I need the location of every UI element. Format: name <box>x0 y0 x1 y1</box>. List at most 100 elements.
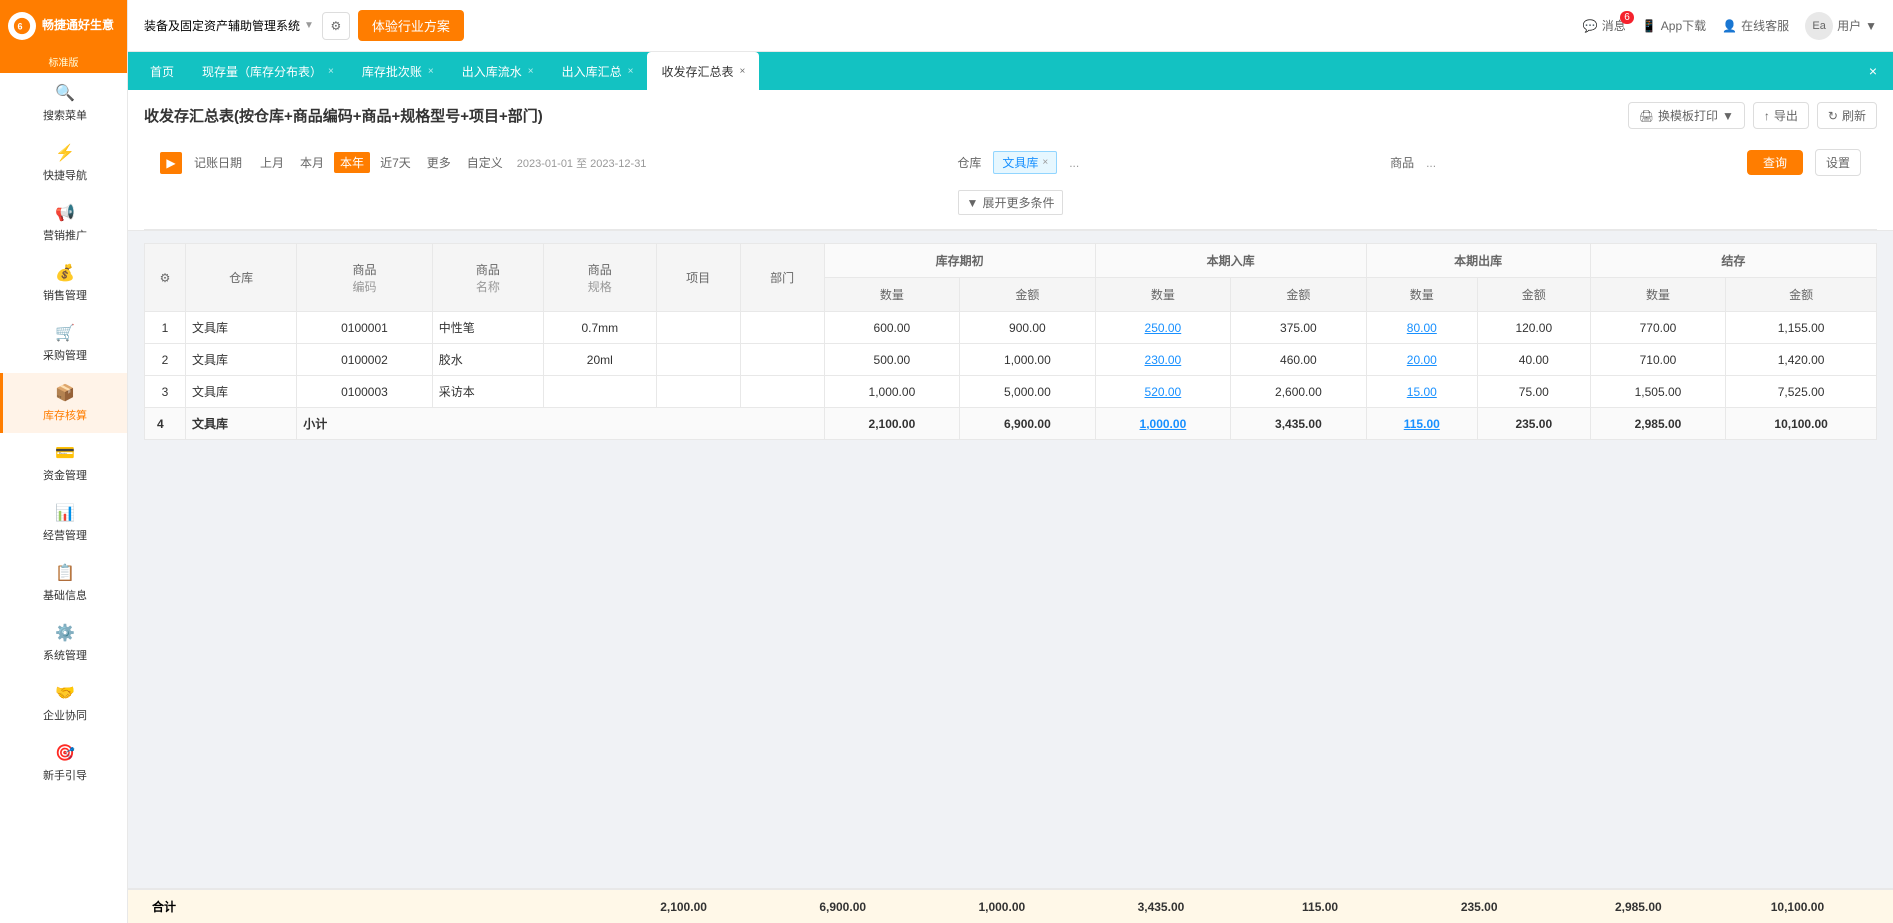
row-goods-spec <box>543 376 656 408</box>
tab-in-out-summary[interactable]: 出入库汇总 × <box>548 52 648 90</box>
message-badge: 6 <box>1620 11 1634 24</box>
settings-button[interactable]: ⚙ <box>322 12 350 40</box>
page-header: 收发存汇总表(按仓库+商品编码+商品+规格型号+项目+部门) 🖨 换模板打印 ▼… <box>128 90 1893 231</box>
export-button[interactable]: ↑ 导出 <box>1753 102 1809 129</box>
tab-close-icon[interactable]: × <box>428 66 434 77</box>
row-balance-qty: 770.00 <box>1590 312 1726 344</box>
row-opening-amt: 1,000.00 <box>960 344 1096 376</box>
date-opt-custom[interactable]: 自定义 <box>461 152 509 173</box>
sidebar-item-quick-nav[interactable]: ⚡ 快捷导航 <box>0 133 127 193</box>
sidebar-item-base-info[interactable]: 📋 基础信息 <box>0 553 127 613</box>
sidebar-item-search[interactable]: 🔍 搜索菜单 <box>0 73 127 133</box>
user-menu[interactable]: Ea 用户 ▼ <box>1805 12 1877 40</box>
tab-home[interactable]: 首页 <box>136 52 188 90</box>
footer-in-amt: 3,435.00 <box>1081 900 1240 914</box>
subtotal-out-amt: 235.00 <box>1477 408 1590 440</box>
svg-text:6: 6 <box>18 22 23 32</box>
tab-label: 首页 <box>150 63 174 80</box>
sidebar-item-system[interactable]: ⚙️ 系统管理 <box>0 613 127 673</box>
expand-more-conditions[interactable]: ▼ 展开更多条件 <box>958 190 1064 215</box>
goods-more-button[interactable]: ... <box>1426 156 1436 170</box>
sidebar-item-guide[interactable]: 🎯 新手引导 <box>0 733 127 793</box>
export-label: 导出 <box>1774 107 1798 124</box>
tabbar-close-button[interactable]: × <box>1861 63 1885 79</box>
tab-close-icon[interactable]: × <box>628 66 634 77</box>
quick-nav-icon: ⚡ <box>55 143 75 163</box>
tab-inventory-dist[interactable]: 现存量（库存分布表） × <box>188 52 348 90</box>
column-settings-icon[interactable]: ⚙ <box>151 264 179 292</box>
row-goods-name: 中性笔 <box>432 312 543 344</box>
message-button[interactable]: 💬 消息 6 <box>1583 17 1626 34</box>
trial-button[interactable]: 体验行业方案 <box>358 10 464 41</box>
row-num: 2 <box>145 344 186 376</box>
tab-close-icon[interactable]: × <box>528 66 534 77</box>
col-balance-qty-header: 数量 <box>1590 278 1726 312</box>
sidebar-item-purchase[interactable]: 🛒 采购管理 <box>0 313 127 373</box>
sidebar-item-sales[interactable]: 💰 销售管理 <box>0 253 127 313</box>
service-icon: 👤 <box>1722 19 1737 33</box>
date-opt-this-year[interactable]: 本年 <box>334 152 370 173</box>
row-opening-qty: 600.00 <box>824 312 960 344</box>
system-icon: ⚙️ <box>55 623 75 643</box>
sidebar-item-label: 系统管理 <box>43 647 87 663</box>
expand-icon: ▼ <box>967 196 979 210</box>
tab-recv-send-summary[interactable]: 收发存汇总表 × <box>647 52 759 90</box>
sidebar-item-enterprise[interactable]: 🤝 企业协同 <box>0 673 127 733</box>
tab-label: 出入库流水 <box>462 63 522 80</box>
sidebar-item-label: 搜索菜单 <box>43 107 87 123</box>
row-in-qty[interactable]: 230.00 <box>1095 344 1231 376</box>
sidebar-item-finance[interactable]: 💳 资金管理 <box>0 433 127 493</box>
query-button[interactable]: 查询 <box>1747 150 1803 175</box>
tab-batch-account[interactable]: 库存批次账 × <box>348 52 448 90</box>
row-balance-amt: 7,525.00 <box>1726 376 1877 408</box>
sidebar-item-inventory[interactable]: 📦 库存核算 <box>0 373 127 433</box>
sidebar-item-marketing[interactable]: 📢 营销推广 <box>0 193 127 253</box>
row-goods-code: 0100001 <box>297 312 433 344</box>
row-num: 3 <box>145 376 186 408</box>
system-title-dropdown[interactable]: 装备及固定资产辅助管理系统 ▼ <box>144 17 314 34</box>
row-in-qty[interactable]: 250.00 <box>1095 312 1231 344</box>
refresh-button[interactable]: ↻ 刷新 <box>1817 102 1877 129</box>
tab-close-icon[interactable]: × <box>739 66 745 77</box>
print-button[interactable]: 🖨 换模板打印 ▼ <box>1628 102 1745 129</box>
col-opening-qty-header: 数量 <box>824 278 960 312</box>
online-service-button[interactable]: 👤 在线客服 <box>1722 17 1789 34</box>
row-in-amt: 2,600.00 <box>1231 376 1367 408</box>
row-in-qty[interactable]: 520.00 <box>1095 376 1231 408</box>
row-goods-code: 0100003 <box>297 376 433 408</box>
export-icon: ↑ <box>1764 109 1770 123</box>
warehouse-tag-close[interactable]: × <box>1042 157 1048 168</box>
date-opt-this-month[interactable]: 本月 <box>294 152 330 173</box>
sidebar-item-label: 新手引导 <box>43 767 87 783</box>
col-in-group-header: 本期入库 <box>1095 244 1366 278</box>
marketing-icon: 📢 <box>55 203 75 223</box>
message-icon: 💬 <box>1583 19 1598 33</box>
subtotal-balance-amt: 10,100.00 <box>1726 408 1877 440</box>
row-out-qty[interactable]: 20.00 <box>1366 344 1477 376</box>
footer-balance-amt: 10,100.00 <box>1718 900 1877 914</box>
system-title: 装备及固定资产辅助管理系统 <box>144 17 300 34</box>
row-project <box>656 344 740 376</box>
filter-toggle-button[interactable]: ▶ <box>160 152 182 174</box>
tab-in-out-flow[interactable]: 出入库流水 × <box>448 52 548 90</box>
sidebar-item-operations[interactable]: 📊 经营管理 <box>0 493 127 553</box>
tab-close-icon[interactable]: × <box>328 66 334 77</box>
subtotal-out-qty[interactable]: 115.00 <box>1366 408 1477 440</box>
app-download-button[interactable]: 📱 App下载 <box>1642 17 1706 34</box>
subtotal-in-qty[interactable]: 1,000.00 <box>1095 408 1231 440</box>
row-out-qty[interactable]: 15.00 <box>1366 376 1477 408</box>
row-num: 1 <box>145 312 186 344</box>
date-opt-last-month[interactable]: 上月 <box>254 152 290 173</box>
subtotal-opening-qty: 2,100.00 <box>824 408 960 440</box>
date-opt-7days[interactable]: 近7天 <box>374 152 417 173</box>
subtotal-row: 4 文具库 小计 2,100.00 6,900.00 1,000.00 3,43… <box>145 408 1877 440</box>
warehouse-more-button[interactable]: ... <box>1069 156 1079 170</box>
date-options: 上月 本月 本年 近7天 更多 自定义 2023-01-01 至 2023-12… <box>254 152 646 173</box>
row-project <box>656 312 740 344</box>
date-opt-more[interactable]: 更多 <box>421 152 457 173</box>
col-settings-header[interactable]: ⚙ <box>145 244 186 312</box>
row-out-qty[interactable]: 80.00 <box>1366 312 1477 344</box>
warehouse-filter-label: 仓库 <box>957 154 981 171</box>
sidebar-item-label: 基础信息 <box>43 587 87 603</box>
settings-link[interactable]: 设置 <box>1815 149 1861 176</box>
